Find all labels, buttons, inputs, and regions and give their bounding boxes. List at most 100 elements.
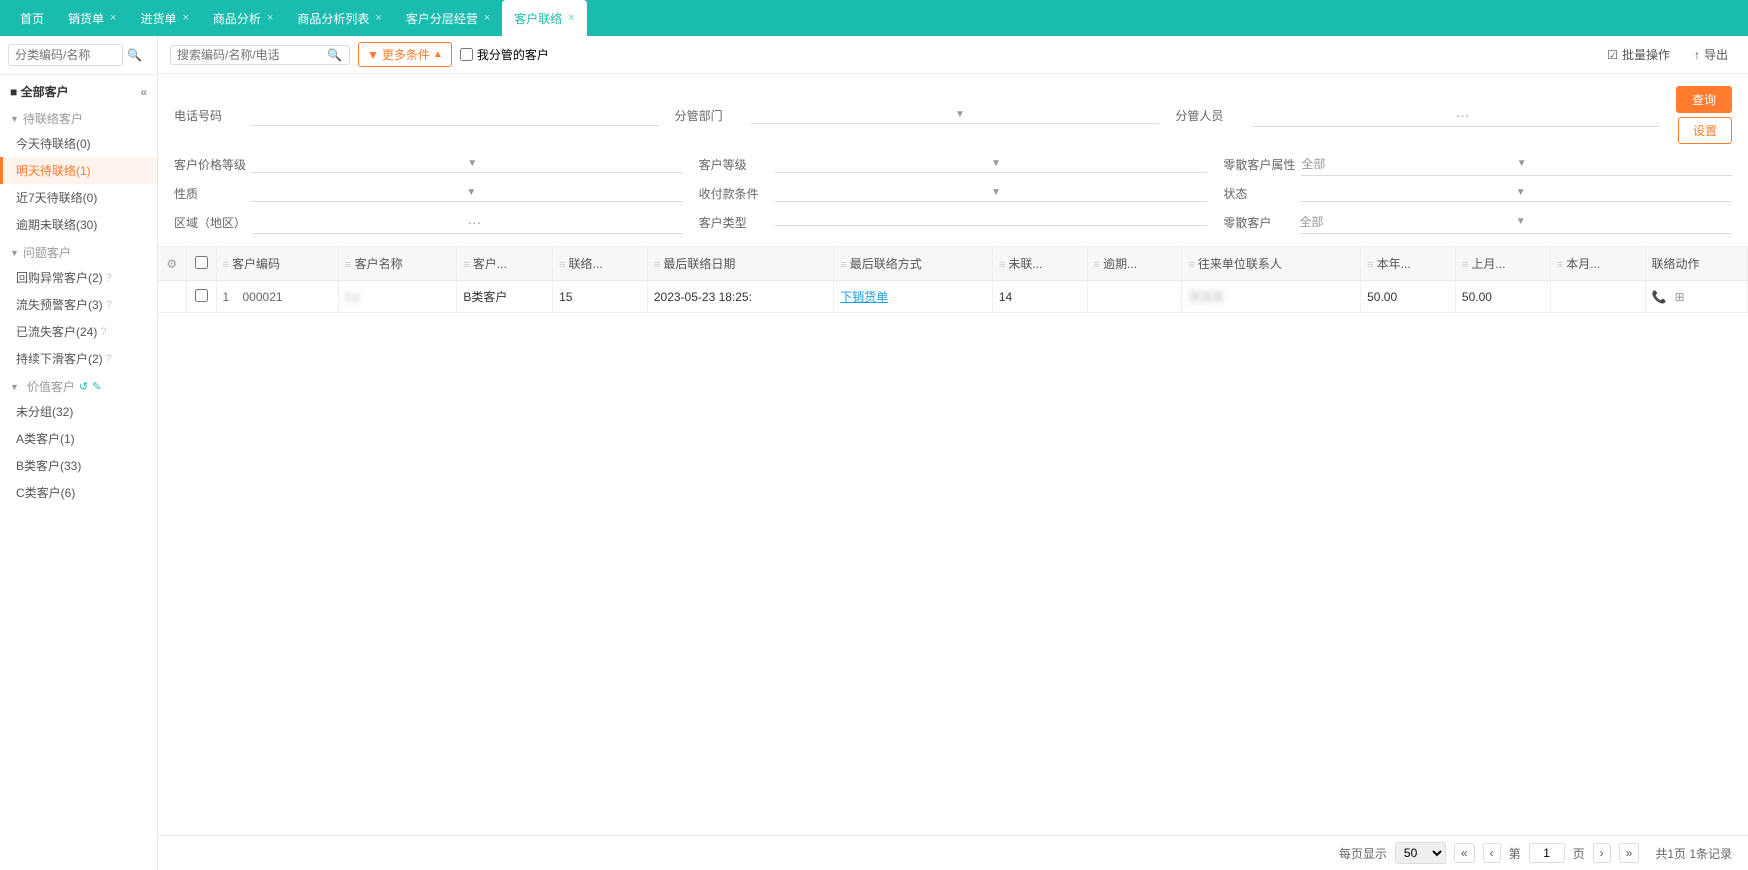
row-type: B类客户 (457, 281, 553, 313)
th-this-year[interactable]: 本年... (1361, 247, 1456, 281)
filter-dept-select[interactable]: ▼ (751, 106, 1160, 124)
th-type[interactable]: 客户... (457, 247, 553, 281)
sidebar-item-overdue[interactable]: 逾期未联络(30) (0, 211, 157, 238)
th-uncontacted[interactable]: 未联... (992, 247, 1087, 281)
nav-customer-tier[interactable]: 客户分层经营 × (394, 0, 502, 36)
sidebar-item-today[interactable]: 今天待联络(0) (0, 130, 157, 157)
th-last-month[interactable]: 上月... (1455, 247, 1550, 281)
settings-button[interactable]: 设置 (1678, 117, 1732, 144)
more-filter-button[interactable]: ▼ 更多条件 ▲ (358, 42, 452, 67)
sidebar-item-ungrouped[interactable]: 未分组(32) (0, 398, 157, 425)
action-phone-icon[interactable]: 📞 (1652, 290, 1667, 304)
row-overdue (1087, 281, 1182, 313)
problem-group-header[interactable]: 问题客户 (0, 238, 157, 264)
th-name[interactable]: 客户名称 (339, 247, 457, 281)
row-this-month (1550, 281, 1645, 313)
row-last-date: 2023-05-23 18:25: (647, 281, 833, 313)
filter-status: 状态 ▼ (1223, 184, 1732, 202)
main-search-wrap: 🔍 (170, 45, 350, 65)
main-search-input[interactable] (177, 48, 327, 62)
toolbar: 🔍 ▼ 更多条件 ▲ 我分管的客户 ☑ 批量操作 ↑ 导出 (158, 36, 1748, 74)
sidebar-item-a-type[interactable]: A类客户(1) (0, 425, 157, 452)
filter-customer-level-select[interactable]: ▼ (775, 155, 1208, 173)
sidebar-item-7days[interactable]: 近7天待联络(0) (0, 184, 157, 211)
nav-analysis[interactable]: 商品分析 × (201, 0, 285, 36)
refresh-icon[interactable]: ↺ (79, 380, 88, 393)
close-analysis-list-icon[interactable]: × (375, 12, 381, 24)
filter-manager: 分管人员 ··· (1175, 104, 1660, 127)
value-group-header[interactable]: 价值客户 ↺ ✎ (0, 372, 157, 398)
nav-analysis-list[interactable]: 商品分析列表 × (285, 0, 393, 36)
page-size-select[interactable]: 50 100 200 (1395, 842, 1446, 864)
edit-value-icon[interactable]: ✎ (92, 380, 101, 393)
prev-page-button[interactable]: ‹ (1483, 843, 1501, 863)
collapse-icon: « (140, 85, 147, 99)
sidebar-item-c-type[interactable]: C类客户(6) (0, 479, 157, 506)
th-settings[interactable]: ⚙ (158, 247, 186, 281)
sidebar-search-bar: 🔍 (0, 36, 157, 75)
close-purchase-icon[interactable]: × (182, 12, 188, 24)
filter-payment-select[interactable]: ▼ (775, 184, 1208, 202)
close-sales-icon[interactable]: × (110, 12, 116, 24)
customer-table: ⚙ 客户编码 客户名称 客户... 联络... 最后联络日期 最后联络方式 未联… (158, 247, 1748, 313)
filter-customer-type: 客户类型 (699, 214, 1208, 231)
filter-customer-type-select[interactable] (775, 219, 1208, 226)
all-customers-header[interactable]: ■ 全部客户 « (0, 75, 157, 104)
filter-area-select[interactable]: ··· (252, 211, 683, 234)
filter-phone-input[interactable] (250, 105, 659, 126)
export-button[interactable]: ↑ 导出 (1686, 43, 1736, 66)
pending-group-header[interactable]: 待联络客户 (0, 104, 157, 130)
sidebar-item-churn-warn[interactable]: 流失预警客户(3) ? (0, 291, 157, 318)
filter-row-4: 区域（地区） ··· 客户类型 零散客户 全部▼ (174, 206, 1732, 238)
nav-purchase[interactable]: 进货单 × (128, 0, 200, 36)
my-customer-checkbox[interactable] (460, 48, 473, 61)
select-all-checkbox[interactable] (195, 256, 208, 269)
row-contact: 15 (553, 281, 648, 313)
filter-retail-attr-select[interactable]: 全部▼ (1301, 152, 1732, 176)
main-search-icon[interactable]: 🔍 (327, 48, 342, 62)
nav-customer-contact[interactable]: 客户联络 × (502, 0, 586, 36)
nav-sales[interactable]: 销货单 × (56, 0, 128, 36)
sidebar-search-icon[interactable]: 🔍 (127, 48, 142, 62)
sidebar-item-churned[interactable]: 已流失客户(24) ? (0, 318, 157, 345)
th-code[interactable]: 客户编码 (216, 247, 339, 281)
content-area: 🔍 ▼ 更多条件 ▲ 我分管的客户 ☑ 批量操作 ↑ 导出 (158, 36, 1748, 870)
th-last-date[interactable]: 最后联络日期 (647, 247, 833, 281)
row-name: Ea (339, 281, 457, 313)
th-overdue[interactable]: 逾期... (1087, 247, 1182, 281)
next-page-button[interactable]: › (1593, 843, 1611, 863)
top-nav: 首页 销货单 × 进货单 × 商品分析 × 商品分析列表 × 客户分层经营 × … (0, 0, 1748, 36)
sidebar-item-tomorrow[interactable]: 明天待联络(1) (0, 157, 157, 184)
filter-customer-value-select[interactable]: ▼ (252, 155, 683, 173)
close-customer-tier-icon[interactable]: × (484, 12, 490, 24)
th-contact[interactable]: 联络... (553, 247, 648, 281)
th-this-month[interactable]: 本月... (1550, 247, 1645, 281)
first-page-button[interactable]: « (1454, 843, 1475, 863)
filter-retail-customer-select[interactable]: 全部▼ (1299, 210, 1732, 234)
batch-button[interactable]: ☑ 批量操作 (1599, 43, 1678, 66)
row-checkbox[interactable] (195, 289, 208, 302)
sidebar-item-repurchase[interactable]: 回购异常客户(2) ? (0, 264, 157, 291)
sidebar-item-declining[interactable]: 持续下滑客户(2) ? (0, 345, 157, 372)
action-qr-icon[interactable]: ⊞ (1674, 290, 1684, 304)
close-customer-contact-icon[interactable]: × (568, 12, 574, 24)
filter-area: 区域（地区） ··· (174, 211, 683, 234)
row-uncontacted: 14 (992, 281, 1087, 313)
th-last-method[interactable]: 最后联络方式 (834, 247, 993, 281)
page-input[interactable] (1529, 843, 1565, 863)
filter-dept: 分管部门 ▼ (675, 106, 1160, 124)
sidebar-search-input[interactable] (8, 44, 123, 66)
filter-status-select[interactable]: ▼ (1299, 184, 1732, 202)
sidebar-item-b-type[interactable]: B类客户(33) (0, 452, 157, 479)
my-customer-checkbox-wrap[interactable]: 我分管的客户 (460, 46, 549, 63)
row-settings (158, 281, 186, 313)
filter-nature-select[interactable]: ▼ (250, 184, 683, 202)
last-page-button[interactable]: » (1619, 843, 1640, 863)
filter-row-1: 电话号码 分管部门 ▼ 分管人员 ··· 查询 设置 (174, 82, 1732, 148)
th-unit-contact[interactable]: 往来单位联系人 (1182, 247, 1361, 281)
filter-row-3: 性质 ▼ 收付款条件 ▼ 状态 ▼ (174, 180, 1732, 206)
nav-home[interactable]: 首页 (8, 0, 56, 36)
filter-manager-select[interactable]: ··· (1251, 104, 1660, 127)
query-button[interactable]: 查询 (1676, 86, 1732, 113)
close-analysis-icon[interactable]: × (267, 12, 273, 24)
